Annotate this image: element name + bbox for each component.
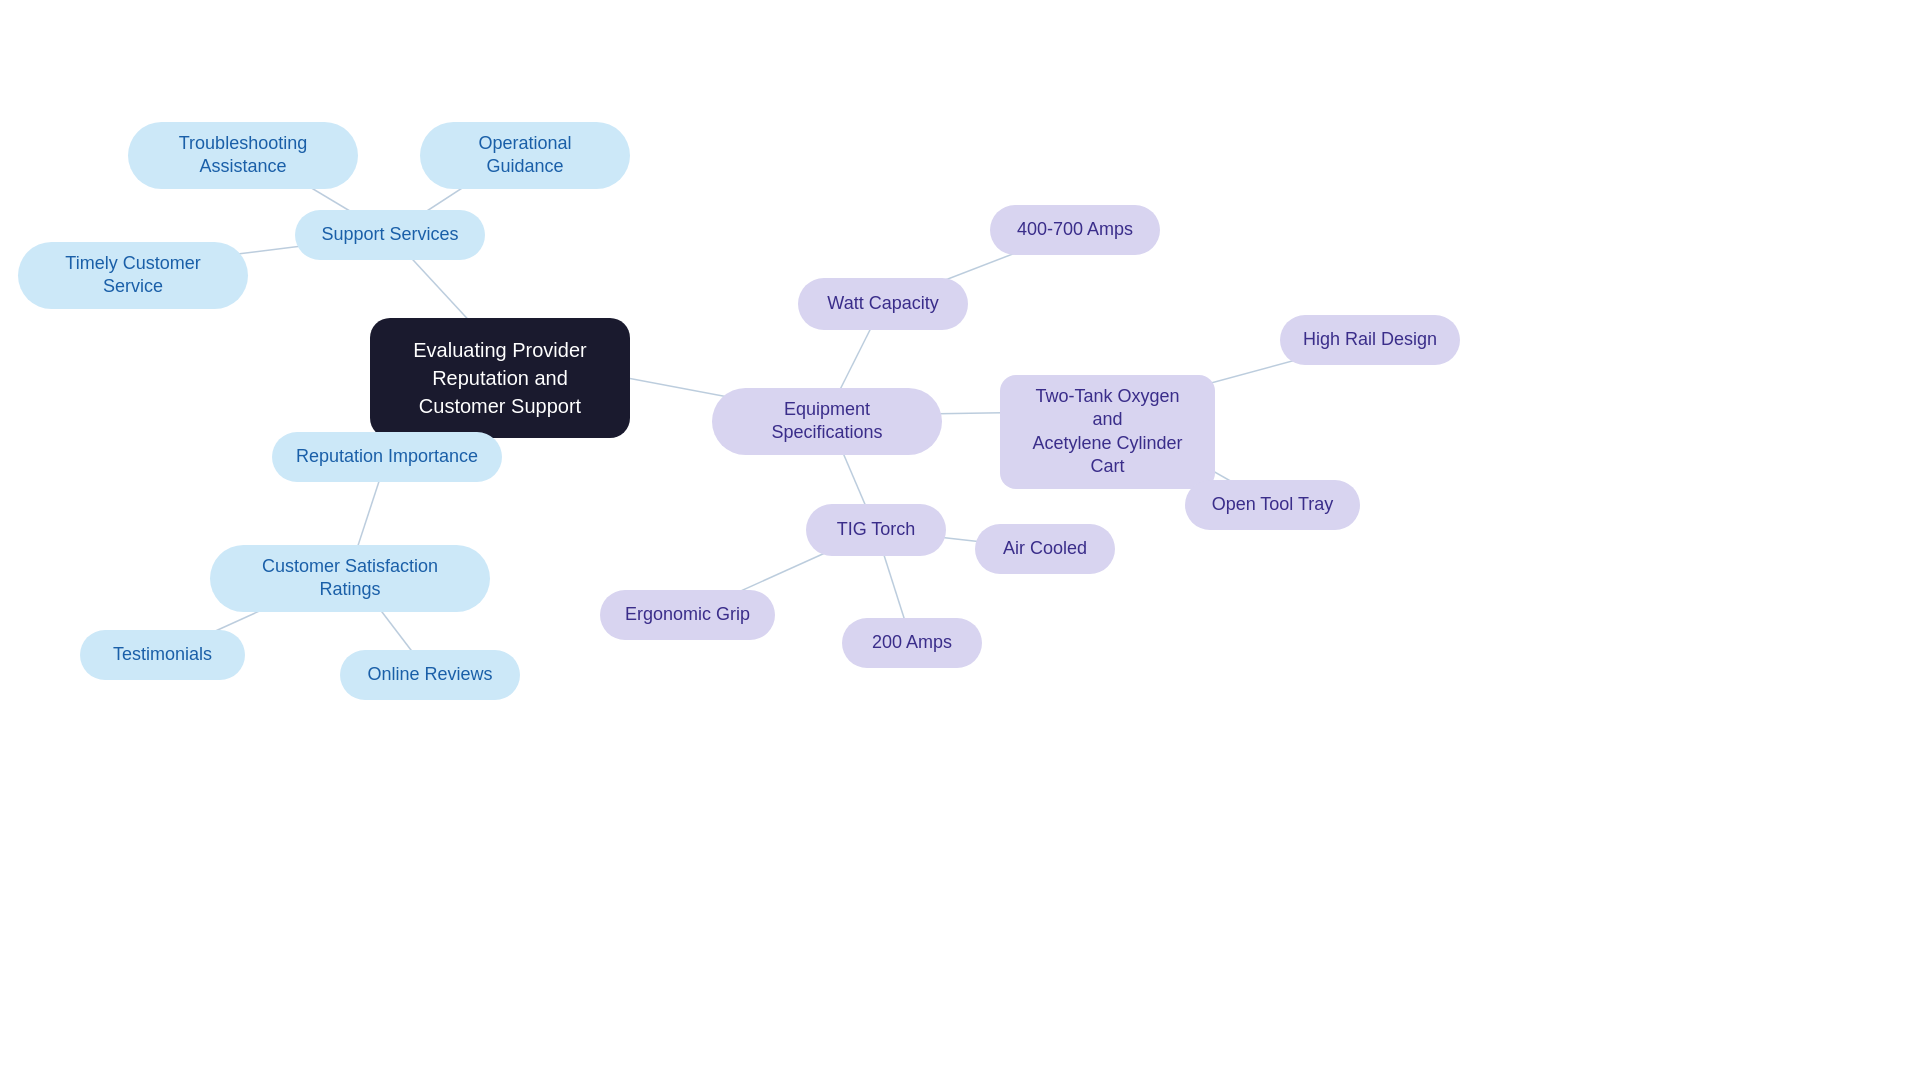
svg-line-1 bbox=[243, 147, 390, 235]
mindmap-svg bbox=[0, 0, 1920, 1083]
svg-line-0 bbox=[390, 235, 500, 354]
svg-line-10 bbox=[883, 230, 1075, 304]
svg-line-6 bbox=[163, 570, 351, 655]
svg-line-9 bbox=[827, 304, 883, 416]
svg-line-7 bbox=[350, 570, 430, 675]
svg-line-4 bbox=[387, 354, 500, 457]
svg-line-11 bbox=[827, 411, 1108, 416]
svg-line-8 bbox=[500, 354, 827, 416]
svg-line-15 bbox=[876, 530, 1045, 549]
svg-line-13 bbox=[1108, 411, 1273, 505]
svg-line-12 bbox=[1108, 340, 1371, 411]
svg-line-5 bbox=[350, 457, 387, 570]
svg-line-16 bbox=[688, 530, 877, 615]
svg-line-3 bbox=[133, 235, 390, 267]
svg-line-2 bbox=[390, 147, 525, 235]
svg-line-14 bbox=[827, 416, 876, 531]
svg-line-17 bbox=[876, 530, 912, 643]
